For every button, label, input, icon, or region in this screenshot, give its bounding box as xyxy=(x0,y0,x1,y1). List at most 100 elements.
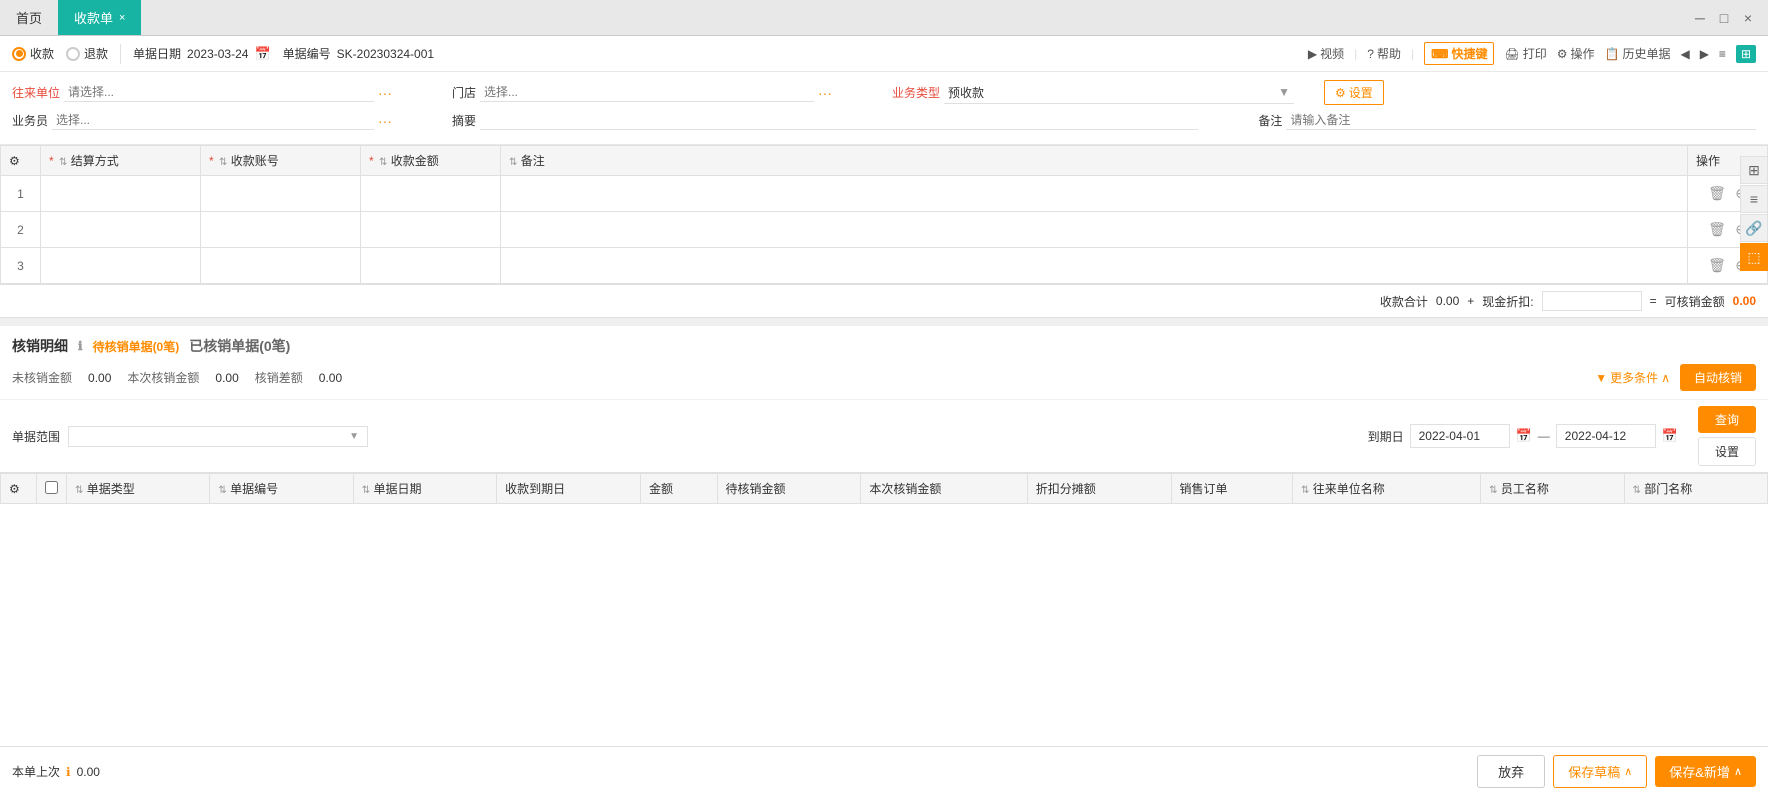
note-cell-2[interactable] xyxy=(501,212,1688,248)
th-gear-bottom[interactable]: ⚙ xyxy=(1,474,37,504)
layout2-button[interactable]: ⊞ xyxy=(1736,45,1756,63)
summary-input[interactable] xyxy=(480,111,1198,130)
payment-method-cell-1[interactable] xyxy=(41,176,201,212)
salesperson-input[interactable] xyxy=(52,111,374,130)
section-divider xyxy=(0,318,1768,326)
counterpart-field: 往来单位 ··· xyxy=(12,83,392,102)
tab-active[interactable]: 收款单 × xyxy=(58,0,141,35)
maximize-button[interactable]: □ xyxy=(1716,10,1732,26)
th-dept-label: 部门名称 xyxy=(1644,482,1692,496)
payment-method-cell-2[interactable] xyxy=(41,212,201,248)
shortcut-button[interactable]: ⌨ 快捷键 xyxy=(1424,42,1494,65)
sort-icon-dept: ⇅ xyxy=(1633,485,1641,496)
help-button[interactable]: ? 帮助 xyxy=(1367,45,1401,62)
sidebar-icon-4-symbol: ⬚ xyxy=(1747,249,1760,266)
toolbar: 收款 退款 单据日期 2023-03-24 📅 单据编号 SK-20230324… xyxy=(0,36,1768,72)
scope-select[interactable]: ▼ xyxy=(68,426,368,447)
th-amount: ⇅ 收款金额 xyxy=(361,146,501,176)
biz-type-select[interactable]: 预收款 ▼ xyxy=(944,82,1294,104)
delete-icon-3[interactable]: 🗑 xyxy=(1708,257,1726,273)
counterpart-input[interactable] xyxy=(64,83,374,102)
th-doc-date: ⇅ 单据日期 xyxy=(353,474,496,504)
date-from-calendar-icon[interactable]: 📅 xyxy=(1516,428,1532,444)
note-input[interactable] xyxy=(1286,111,1756,130)
more-conditions-button[interactable]: ▼ 更多条件 ∧ xyxy=(1595,369,1670,386)
account-cell-2[interactable] xyxy=(201,212,361,248)
nav-left-icon: ◀ xyxy=(1680,47,1689,61)
note-cell-3[interactable] xyxy=(501,248,1688,284)
date-dash: — xyxy=(1538,429,1550,443)
th-due-date: 收款到期日 xyxy=(497,474,641,504)
date-to-input[interactable] xyxy=(1556,424,1656,448)
salesperson-dots-icon[interactable]: ··· xyxy=(378,113,392,129)
th-payment-method-label: 结算方式 xyxy=(71,154,119,168)
note-cell-1[interactable] xyxy=(501,176,1688,212)
amount-cell-3[interactable] xyxy=(361,248,501,284)
abandon-button[interactable]: 放弃 xyxy=(1477,755,1545,788)
sidebar-icon-3[interactable]: 🔗 xyxy=(1740,214,1768,242)
th-due-date-label: 收款到期日 xyxy=(505,482,565,496)
auto-verify-button[interactable]: 自动核销 xyxy=(1680,364,1756,391)
discount-input[interactable] xyxy=(1542,291,1642,311)
print-icon: 🖨 xyxy=(1504,47,1519,61)
save-new-button[interactable]: 保存&新增 ∧ xyxy=(1655,756,1756,787)
sidebar-icon-4[interactable]: ⬚ xyxy=(1740,243,1768,271)
th-gear[interactable]: ⚙ xyxy=(1,146,41,176)
tab-home[interactable]: 首页 xyxy=(0,0,58,35)
filter-settings-button[interactable]: 设置 xyxy=(1698,437,1756,466)
receipt-table: ⚙ ⇅ 结算方式 ⇅ 收款账号 ⇅ 收款金额 xyxy=(0,145,1768,284)
payment-method-cell-3[interactable] xyxy=(41,248,201,284)
operation-button[interactable]: ⚙ 操作 xyxy=(1557,45,1595,62)
tab-close-icon[interactable]: × xyxy=(119,12,125,24)
layout1-button[interactable]: ≡ xyxy=(1719,47,1726,61)
date-from-input[interactable] xyxy=(1410,424,1510,448)
th-payment-method: ⇅ 结算方式 xyxy=(41,146,201,176)
nav-left-button[interactable]: ◀ xyxy=(1680,47,1689,61)
pending-tab[interactable]: 待核销单据(0笔) xyxy=(93,338,180,355)
calendar-icon[interactable]: 📅 xyxy=(254,46,270,62)
footer-info-icon[interactable]: ℹ xyxy=(66,765,71,779)
save-draft-button[interactable]: 保存草稿 ∧ xyxy=(1553,755,1647,788)
shortcut-icon: ⌨ xyxy=(1431,47,1448,61)
radio-receive[interactable]: 收款 xyxy=(12,45,54,62)
store-input[interactable] xyxy=(480,83,814,102)
minimize-button[interactable]: ─ xyxy=(1692,10,1708,26)
th-checkbox[interactable] xyxy=(37,474,67,504)
radio-refund-label: 退款 xyxy=(84,45,108,62)
store-dots-icon[interactable]: ··· xyxy=(818,85,832,101)
chevron-up-icon: ∧ xyxy=(1661,371,1670,385)
query-button[interactable]: 查询 xyxy=(1698,406,1756,433)
print-button[interactable]: 🖨 打印 xyxy=(1504,45,1546,62)
video-button[interactable]: ▶ 视频 xyxy=(1308,45,1344,62)
counterpart-dots-icon[interactable]: ··· xyxy=(378,85,392,101)
select-all-checkbox[interactable] xyxy=(45,481,58,494)
help-icon: ? xyxy=(1367,47,1374,61)
summary-row: 收款合计 0.00 + 现金折扣: = 可核销金额 0.00 xyxy=(0,285,1768,318)
th-account-label: 收款账号 xyxy=(231,154,279,168)
delete-icon-1[interactable]: 🗑 xyxy=(1708,185,1726,201)
verify-info-icon[interactable]: ℹ xyxy=(78,339,83,353)
sidebar-icon-1[interactable]: ⊞ xyxy=(1740,156,1768,184)
th-doc-number: ⇅ 单据编号 xyxy=(210,474,353,504)
sidebar-icon-2[interactable]: ≡ xyxy=(1740,185,1768,213)
close-button[interactable]: × xyxy=(1740,10,1756,26)
delete-icon-2[interactable]: 🗑 xyxy=(1708,221,1726,237)
amount-cell-1[interactable] xyxy=(361,176,501,212)
row-num-2: 2 xyxy=(1,212,41,248)
th-doc-date-label: 单据日期 xyxy=(373,482,421,496)
sort-icon-doc-date: ⇅ xyxy=(362,485,370,496)
account-cell-3[interactable] xyxy=(201,248,361,284)
salesperson-label: 业务员 xyxy=(12,112,48,129)
account-cell-1[interactable] xyxy=(201,176,361,212)
amount-cell-2[interactable] xyxy=(361,212,501,248)
radio-refund[interactable]: 退款 xyxy=(66,45,108,62)
date-to-calendar-icon[interactable]: 📅 xyxy=(1662,428,1678,444)
radio-receive-circle xyxy=(12,47,26,61)
th-doc-type: ⇅ 单据类型 xyxy=(67,474,210,504)
sort-icon1: ⇅ xyxy=(59,157,67,168)
total-label: 收款合计 xyxy=(1380,293,1428,310)
history-button[interactable]: 📋 历史单据 xyxy=(1604,45,1670,62)
nav-right-button[interactable]: ▶ xyxy=(1700,47,1709,61)
done-tab[interactable]: 已核销单据(0笔) xyxy=(189,336,290,356)
settings-button[interactable]: ⚙ 设置 xyxy=(1324,80,1384,105)
